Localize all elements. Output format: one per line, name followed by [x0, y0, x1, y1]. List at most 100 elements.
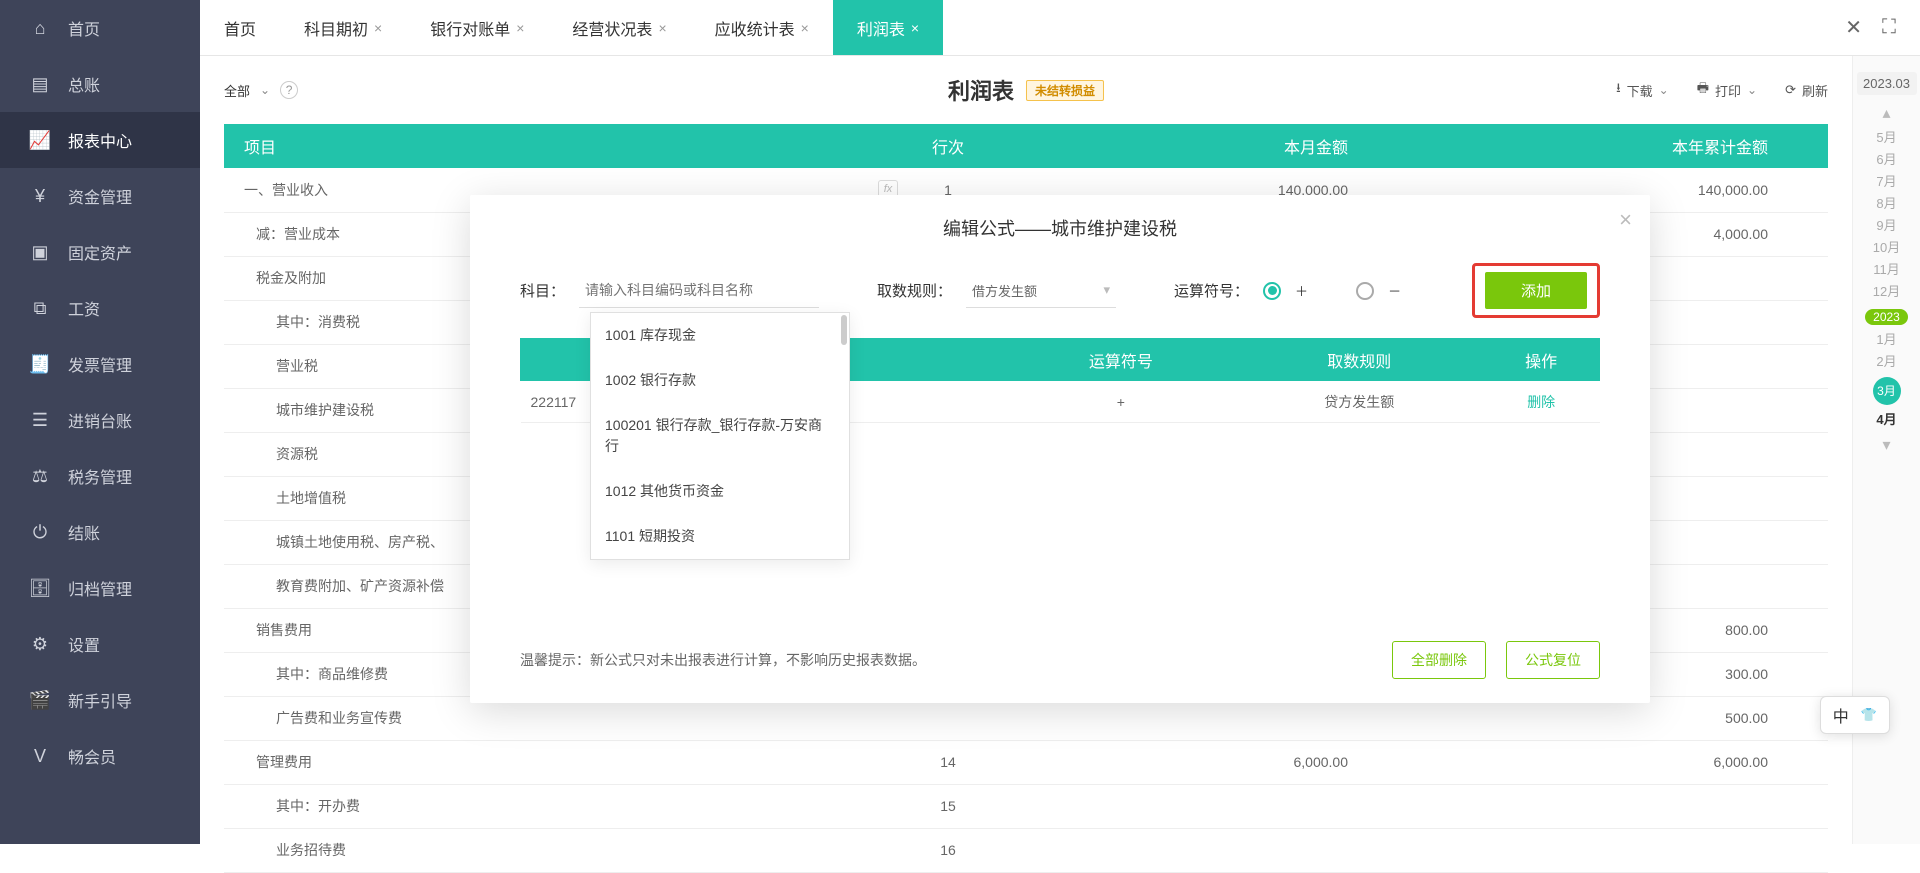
refresh-button[interactable]: ⟳刷新: [1785, 81, 1828, 100]
table-row[interactable]: 业务招待费16: [224, 828, 1828, 872]
footer-tip: 温馨提示：新公式只对未出报表进行计算，不影响历史报表数据。: [520, 650, 926, 670]
month-item[interactable]: 12月: [1867, 281, 1907, 303]
sidebar-item-label: 资金管理: [68, 184, 132, 208]
print-button[interactable]: 🖶打印⌄: [1697, 79, 1757, 101]
tab-profit[interactable]: 利润表×: [833, 0, 943, 55]
month-next[interactable]: 4月: [1867, 409, 1907, 431]
cell-project: 其中：开办费: [224, 784, 908, 828]
table-row[interactable]: 管理费用146,000.006,000.00: [224, 740, 1828, 784]
radio-minus[interactable]: [1356, 282, 1374, 300]
sidebar-item-close[interactable]: ⏻结账: [0, 504, 200, 560]
table-row[interactable]: 其中：开办费15: [224, 784, 1828, 828]
ime-lang[interactable]: 中: [1833, 703, 1849, 727]
fullscreen-icon[interactable]: ⛶: [1882, 16, 1896, 39]
sidebar-item-label: 新手引导: [68, 688, 132, 712]
sidebar-item-guide[interactable]: 🎬 新手引导: [0, 672, 200, 728]
subject-input[interactable]: [579, 274, 819, 308]
status-badge: 未结转损益: [1026, 80, 1104, 101]
sidebar-item-label: 工资: [68, 296, 100, 320]
dropdown-item[interactable]: 1002 银行存款: [591, 358, 849, 403]
chevron-down-icon: ⌄: [1659, 83, 1669, 97]
cell-year: [1408, 784, 1828, 828]
sidebar-item-home[interactable]: ⌂首页: [0, 0, 200, 56]
month-current[interactable]: 3月: [1873, 377, 1901, 405]
close-all-icon[interactable]: ✕: [1845, 15, 1862, 40]
reset-formula-button[interactable]: 公式复位: [1506, 641, 1600, 679]
sidebar-item-settings[interactable]: ⚙设置: [0, 616, 200, 672]
sidebar-item-invoice[interactable]: 🧾发票管理: [0, 336, 200, 392]
month-item[interactable]: 11月: [1867, 259, 1907, 281]
month-item[interactable]: 5月: [1867, 127, 1907, 149]
arrow-down-icon[interactable]: ▾: [1882, 435, 1890, 455]
rule-select[interactable]: 借方发生额 ▾: [966, 274, 1116, 308]
download-icon: ⭳: [1616, 79, 1621, 101]
month-item[interactable]: 9月: [1867, 215, 1907, 237]
sidebar-item-reports[interactable]: 📈报表中心: [0, 112, 200, 168]
tab-operation[interactable]: 经营状况表×: [548, 0, 690, 55]
cell-rule: 贷方发生额: [1236, 381, 1483, 423]
cell-month: 6,000.00: [988, 740, 1408, 784]
ime-bar[interactable]: 中 👕: [1820, 696, 1890, 734]
month-item[interactable]: 7月: [1867, 171, 1907, 193]
sidebar-item-payroll[interactable]: ⧉工资: [0, 280, 200, 336]
modal-close-button[interactable]: ×: [1619, 207, 1632, 233]
tab-subject-init[interactable]: 科目期初×: [280, 0, 406, 55]
ime-settings-icon[interactable]: 👕: [1861, 707, 1877, 723]
yen-icon: ¥: [30, 186, 50, 206]
dropdown-item[interactable]: 100201 银行存款_银行存款-万安商行: [591, 403, 849, 469]
gear-icon: ⚙: [30, 634, 50, 654]
th-rule: 取数规则: [1236, 339, 1483, 381]
cell-year: 6,000.00: [1408, 740, 1828, 784]
close-icon[interactable]: ×: [911, 20, 919, 36]
filter-all[interactable]: 全部 ⌄ ?: [224, 81, 298, 100]
sidebar-item-fixed-assets[interactable]: ▣固定资产: [0, 224, 200, 280]
cell-rownum: 15: [908, 784, 988, 828]
month-item[interactable]: 1月: [1867, 329, 1907, 351]
month-item[interactable]: 6月: [1867, 149, 1907, 171]
th-month: 本月金额: [988, 124, 1408, 168]
scrollbar[interactable]: [841, 315, 847, 345]
cell-rownum: 16: [908, 828, 988, 872]
row-delete-link[interactable]: 删除: [1483, 381, 1600, 423]
ledger-icon: ▤: [30, 74, 50, 94]
dropdown-item[interactable]: 1012 其他货币资金: [591, 469, 849, 514]
archive-icon: 🗄: [30, 578, 50, 598]
help-icon[interactable]: ?: [280, 81, 298, 99]
month-item[interactable]: 10月: [1867, 237, 1907, 259]
sidebar-item-label: 固定资产: [68, 240, 132, 264]
tab-label: 银行对账单: [430, 16, 510, 40]
tab-bank-recon[interactable]: 银行对账单 ×: [406, 0, 548, 55]
dropdown-item[interactable]: 1101 短期投资: [591, 514, 849, 559]
close-icon[interactable]: ×: [374, 20, 382, 36]
th-rownum: 行次: [908, 124, 988, 168]
tab-controls: ✕ ⛶: [1845, 0, 1920, 55]
month-item[interactable]: 2月: [1867, 351, 1907, 373]
sidebar-item-member[interactable]: V畅会员: [0, 728, 200, 784]
caret-down-icon: ▾: [1104, 282, 1111, 298]
download-button[interactable]: ⭳下载⌄: [1616, 79, 1669, 101]
year-pill[interactable]: 2023: [1865, 309, 1908, 325]
tab-receivable[interactable]: 应收统计表×: [691, 0, 833, 55]
sidebar: ⌂首页 ▤总账 📈报表中心 ¥ 资金管理 ▣固定资产 ⧉工资 🧾发票管理 ☰进销台…: [0, 0, 200, 844]
radio-plus[interactable]: [1263, 282, 1281, 300]
guide-icon: 🎬: [30, 690, 50, 710]
tab-home[interactable]: 首页: [200, 0, 280, 55]
close-icon[interactable]: ×: [658, 20, 666, 36]
close-period-icon: ⏻: [30, 522, 50, 542]
op-minus-label: －: [1388, 281, 1401, 300]
close-icon[interactable]: ×: [801, 20, 809, 36]
close-icon[interactable]: ×: [516, 20, 524, 36]
dropdown-item[interactable]: 1001 库存现金: [591, 313, 849, 358]
sidebar-item-archive[interactable]: 🗄归档管理: [0, 560, 200, 616]
add-button[interactable]: 添加: [1485, 272, 1587, 309]
sidebar-item-purchase-sales[interactable]: ☰进销台账: [0, 392, 200, 448]
delete-all-button[interactable]: 全部删除: [1392, 641, 1486, 679]
footer-buttons: 全部删除 公式复位: [1392, 641, 1600, 679]
arrow-up-icon[interactable]: ▴: [1882, 103, 1890, 123]
rule-value: 借方发生额: [972, 281, 1037, 300]
sidebar-item-tax[interactable]: ⚖税务管理: [0, 448, 200, 504]
sidebar-item-funds[interactable]: ¥ 资金管理: [0, 168, 200, 224]
month-item[interactable]: 8月: [1867, 193, 1907, 215]
period-header[interactable]: 2023.03: [1857, 72, 1917, 95]
sidebar-item-ledger[interactable]: ▤总账: [0, 56, 200, 112]
